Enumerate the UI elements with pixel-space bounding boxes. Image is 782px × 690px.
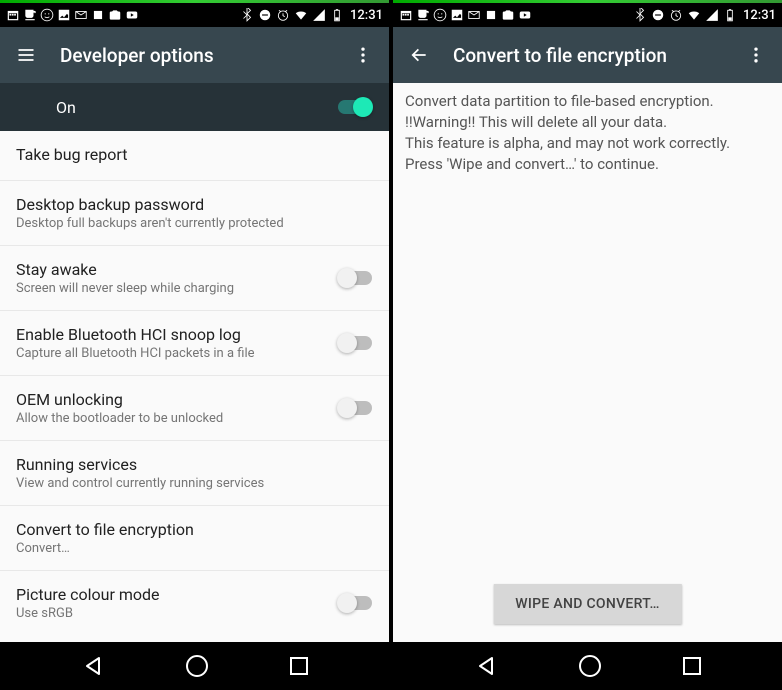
item-subtitle: Desktop full backups aren't currently pr… [16,216,373,231]
item-subtitle: Capture all Bluetooth HCI packets in a f… [16,346,337,361]
phone-left: 12:31 Developer options On Take bug repo… [0,0,389,690]
bluetooth-icon [633,8,647,22]
page-title: Convert to file encryption [453,44,722,67]
phone-right: 12:31 Convert to file encryption Convert… [393,0,782,690]
list-item-convert-encryption[interactable]: Convert to file encryption Convert… [0,506,389,571]
signal-icon [705,8,719,22]
bluetooth-icon [240,8,254,22]
wifi-icon [294,8,308,22]
battery-icon [330,8,344,22]
nav-bar [393,642,782,690]
picture-colour-toggle[interactable] [337,593,373,613]
list-item-picture-colour[interactable]: Picture colour mode Use sRGB [0,571,389,635]
page-title: Developer options [60,44,329,67]
content-area: Convert data partition to file-based enc… [393,83,782,642]
store-icon [108,8,122,22]
list-item-bug-report[interactable]: Take bug report [0,131,389,181]
signal-icon [312,8,326,22]
youtube-icon [518,8,532,22]
square-icon [484,8,498,22]
item-subtitle: Allow the bootloader to be unlocked [16,411,337,426]
warning-line: !!Warning!! This will delete all your da… [405,112,770,133]
bt-hci-toggle[interactable] [337,333,373,353]
battery-icon [723,8,737,22]
status-bar: 12:31 [0,3,389,27]
item-subtitle: Convert… [16,541,373,556]
item-subtitle: Screen will never sleep while charging [16,281,337,296]
app-bar: Convert to file encryption [393,27,782,83]
back-nav-icon[interactable] [81,654,105,678]
item-subtitle: View and control currently running servi… [16,476,373,491]
item-subtitle: Use sRGB [16,606,337,621]
square-icon [91,8,105,22]
coffee-icon [416,8,430,22]
status-time: 12:31 [350,8,383,23]
list-item-stay-awake[interactable]: Stay awake Screen will never sleep while… [0,246,389,311]
alarm-icon [276,8,290,22]
wifi-icon [687,8,701,22]
list-item-backup-password[interactable]: Desktop backup password Desktop full bac… [0,181,389,246]
recent-nav-icon[interactable] [683,657,701,675]
store-icon [501,8,515,22]
app-bar: Developer options [0,27,389,83]
item-title: Take bug report [16,145,373,164]
mail-icon [467,8,481,22]
item-title: Stay awake [16,260,337,279]
alarm-icon [669,8,683,22]
list-item-bt-hci[interactable]: Enable Bluetooth HCI snoop log Capture a… [0,311,389,376]
master-toggle[interactable] [337,97,373,117]
master-switch-row[interactable]: On [0,83,389,131]
coffee-icon [23,8,37,22]
recent-nav-icon[interactable] [290,657,308,675]
status-bar: 12:31 [393,3,782,27]
list-item-running-services[interactable]: Running services View and control curren… [0,441,389,506]
oem-toggle[interactable] [337,398,373,418]
warning-line: This feature is alpha, and may not work … [405,133,770,154]
wipe-convert-button[interactable]: WIPE AND CONVERT… [493,584,681,624]
status-time: 12:31 [743,8,776,23]
overflow-icon[interactable] [353,45,373,65]
back-arrow-icon[interactable] [409,45,429,65]
item-title: Picture colour mode [16,585,337,604]
calendar-icon [399,8,413,22]
calendar-icon [6,8,20,22]
home-nav-icon[interactable] [186,655,208,677]
nav-bar [0,642,389,690]
mail-icon [74,8,88,22]
overflow-icon[interactable] [746,45,766,65]
item-title: Enable Bluetooth HCI snoop log [16,325,337,344]
stay-awake-toggle[interactable] [337,268,373,288]
settings-list: Take bug report Desktop backup password … [0,131,389,642]
list-item-oem-unlock[interactable]: OEM unlocking Allow the bootloader to be… [0,376,389,441]
home-nav-icon[interactable] [579,655,601,677]
youtube-icon [125,8,139,22]
menu-icon[interactable] [16,45,36,65]
warning-line: Convert data partition to file-based enc… [405,91,770,112]
image-icon [57,8,71,22]
android-icon [433,8,447,22]
item-title: Convert to file encryption [16,520,373,539]
dnd-icon [258,8,272,22]
android-icon [40,8,54,22]
master-switch-label: On [56,98,337,117]
image-icon [450,8,464,22]
warning-line: Press 'Wipe and convert…' to continue. [405,154,770,175]
warning-text: Convert data partition to file-based enc… [405,91,770,175]
back-nav-icon[interactable] [474,654,498,678]
item-title: Desktop backup password [16,195,373,214]
item-title: Running services [16,455,373,474]
dnd-icon [651,8,665,22]
item-title: OEM unlocking [16,390,337,409]
